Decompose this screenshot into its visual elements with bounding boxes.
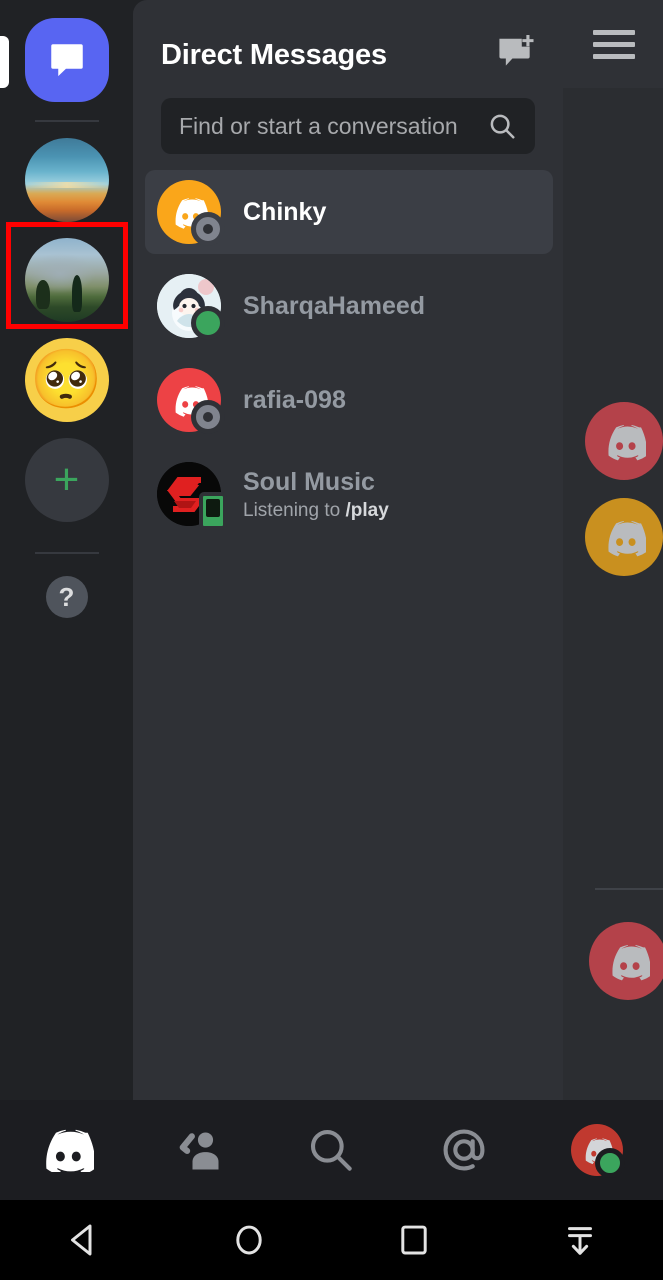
peek-server-gold[interactable] xyxy=(585,498,663,576)
server-avatar-ocean xyxy=(24,138,109,222)
list-item-label: Chinky xyxy=(243,198,327,226)
help-icon: ? xyxy=(58,581,75,612)
nav-search[interactable] xyxy=(265,1100,398,1200)
discord-logo-icon xyxy=(46,1129,95,1172)
avatar xyxy=(570,1124,625,1178)
system-recents-button[interactable] xyxy=(332,1219,498,1261)
status-badge-online xyxy=(191,306,225,340)
avatar xyxy=(157,180,225,246)
peek-header xyxy=(563,0,663,88)
dm-list: Chinky SharqaHameed rafia-098 Soul Music… xyxy=(133,154,563,536)
status-badge-online xyxy=(594,1148,625,1178)
new-message-icon[interactable] xyxy=(493,31,537,80)
peek-server-red-1[interactable] xyxy=(585,402,663,480)
avatar xyxy=(157,462,227,530)
rail-divider-top xyxy=(34,120,99,122)
discord-mobile-screen: 🥺 + ? Direct Messages Find or start a co… xyxy=(0,0,663,1280)
server-avatar-mountain xyxy=(24,238,109,322)
sidebar-item-server-ocean[interactable] xyxy=(23,136,111,224)
search-input[interactable]: Find or start a conversation xyxy=(161,98,535,154)
help-button[interactable]: ? xyxy=(45,576,88,618)
at-mention-icon xyxy=(443,1129,485,1171)
right-peek-panel[interactable] xyxy=(563,0,663,1100)
active-server-indicator xyxy=(0,36,9,88)
add-server-button[interactable]: + xyxy=(23,436,111,524)
friends-wave-icon xyxy=(179,1132,219,1170)
dm-panel-header: Direct Messages xyxy=(133,0,563,84)
sidebar-item-direct-messages[interactable] xyxy=(23,16,111,104)
server-rail: 🥺 + ? xyxy=(0,0,133,1100)
system-hide-nav-button[interactable] xyxy=(497,1219,663,1261)
avatar xyxy=(157,274,225,340)
android-system-navigation-bar xyxy=(0,1200,663,1280)
system-back-button[interactable] xyxy=(0,1219,166,1261)
avatar xyxy=(157,368,225,434)
nav-mentions[interactable] xyxy=(398,1100,531,1200)
status-badge-offline xyxy=(191,212,225,246)
search-placeholder: Find or start a conversation xyxy=(179,112,458,139)
list-item-soul-music[interactable]: Soul Music Listening to /play xyxy=(145,452,553,536)
pleading-face-emoji-icon: 🥺 xyxy=(24,338,109,422)
list-item-label: Soul Music xyxy=(243,467,375,496)
list-item-label: SharqaHameed xyxy=(243,292,426,320)
home-circle-icon xyxy=(235,1225,262,1255)
direct-messages-home-icon xyxy=(24,18,109,102)
search-container: Find or start a conversation xyxy=(133,84,563,154)
list-item-rafia-098[interactable]: rafia-098 xyxy=(145,358,553,442)
list-item-text: Chinky xyxy=(243,197,326,227)
page-title: Direct Messages xyxy=(161,38,387,71)
list-item-activity: Listening to /play xyxy=(243,500,389,522)
rail-divider-bottom xyxy=(34,552,99,554)
status-badge-mobile xyxy=(199,492,227,530)
list-item-text: rafia-098 xyxy=(243,385,346,415)
recents-square-icon xyxy=(401,1225,428,1255)
list-item-text: Soul Music Listening to /play xyxy=(243,467,389,522)
nav-servers[interactable] xyxy=(0,1100,133,1200)
system-home-button[interactable] xyxy=(166,1219,332,1261)
status-badge-offline xyxy=(191,400,225,434)
activity-prefix: Listening to xyxy=(243,499,346,521)
list-item-chinky[interactable]: Chinky xyxy=(145,170,553,254)
search-icon xyxy=(490,114,515,139)
hide-nav-arrow-icon xyxy=(568,1227,593,1255)
nav-profile[interactable] xyxy=(530,1100,663,1200)
plus-icon: + xyxy=(24,438,109,522)
sidebar-item-server-mountain[interactable] xyxy=(23,236,111,324)
sidebar-item-server-emoji[interactable]: 🥺 xyxy=(23,336,111,424)
search-icon xyxy=(311,1129,353,1171)
peek-divider xyxy=(595,888,663,890)
direct-messages-panel: Direct Messages Find or start a conversa… xyxy=(133,0,563,1100)
bottom-navigation-bar xyxy=(0,1100,663,1200)
peek-server-red-2[interactable] xyxy=(589,922,663,1000)
server-avatar-emoji: 🥺 xyxy=(24,338,109,422)
back-triangle-icon xyxy=(70,1224,92,1256)
activity-command: /play xyxy=(345,499,389,521)
nav-friends[interactable] xyxy=(133,1100,266,1200)
peek-body xyxy=(563,88,663,1100)
list-item-sharqahameed[interactable]: SharqaHameed xyxy=(145,264,553,348)
list-item-text: SharqaHameed xyxy=(243,291,425,321)
hamburger-menu-icon[interactable] xyxy=(593,29,635,59)
list-item-label: rafia-098 xyxy=(243,386,346,414)
